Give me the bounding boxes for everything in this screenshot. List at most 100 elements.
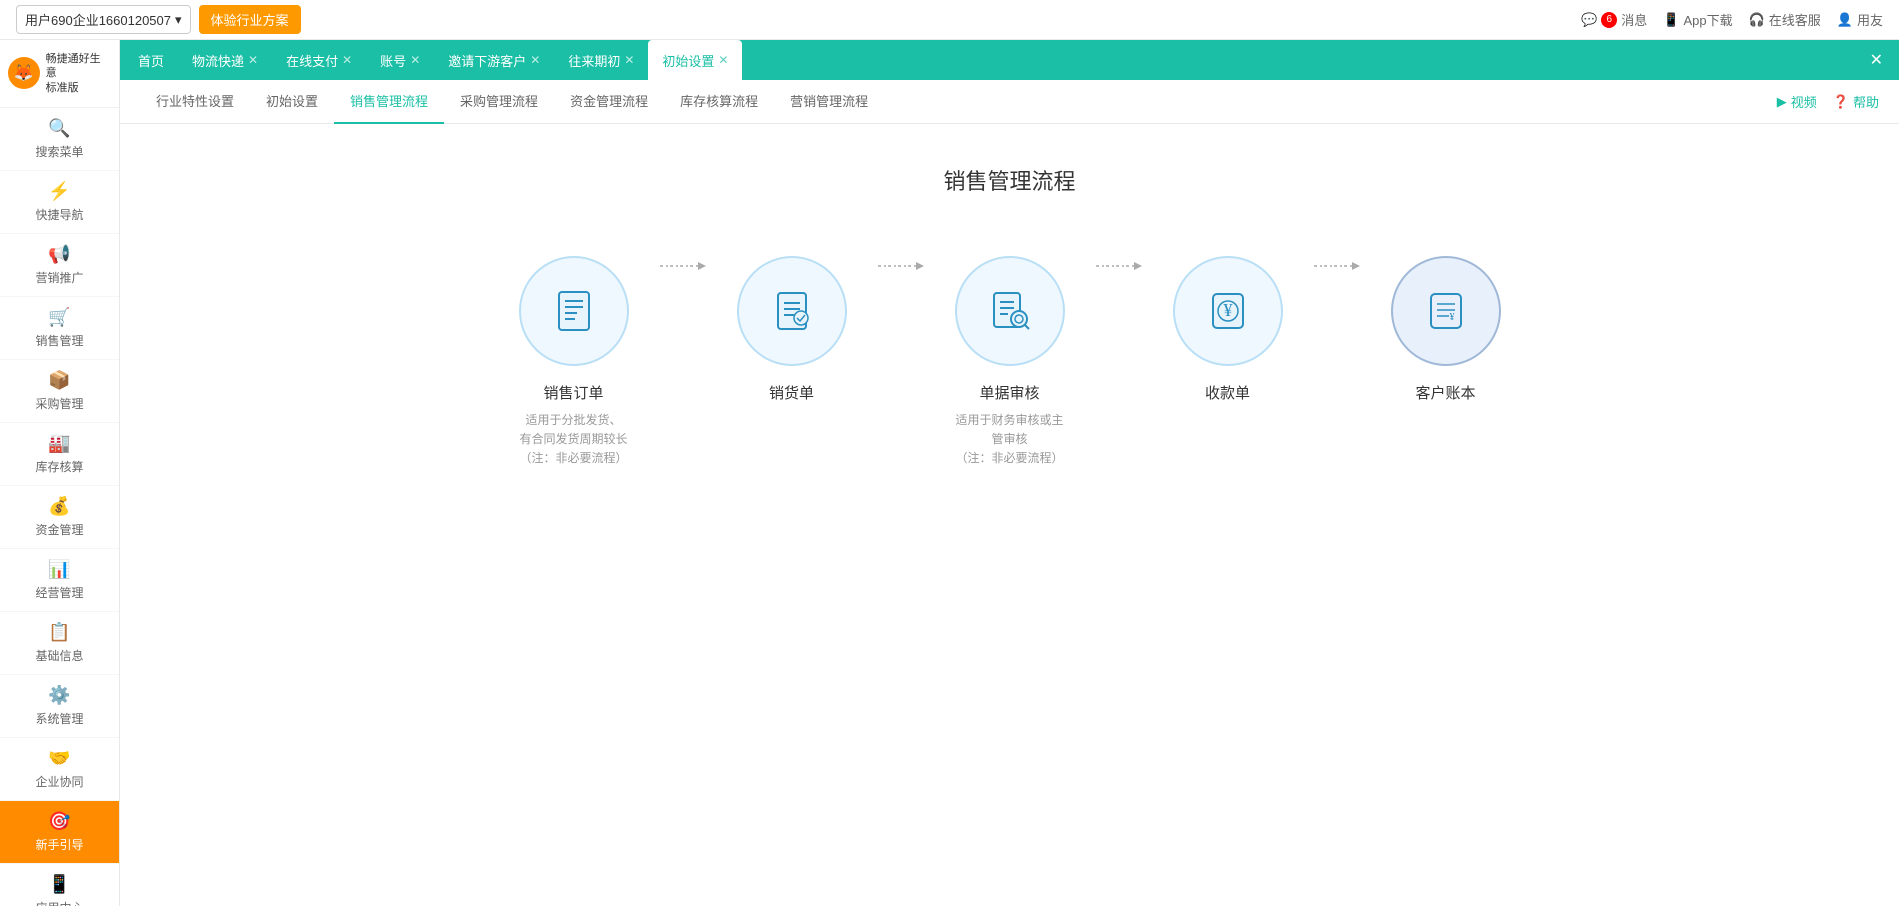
step-desc-sales-order: 适用于分批发货、有合同发货周期较长（注：非必要流程） [519, 411, 627, 469]
tab-init-close[interactable]: ✕ [718, 53, 728, 67]
flow-title: 销售管理流程 [180, 164, 1839, 196]
sidebar-item-quick-nav[interactable]: ⚡ 快捷导航 [0, 171, 119, 234]
arrow-3 [1090, 256, 1148, 346]
tab-logistics-close[interactable]: ✕ [248, 53, 258, 67]
message-icon: 💬 [1581, 12, 1597, 28]
arrow-1 [654, 256, 712, 346]
sidebar-item-sales-mgmt[interactable]: 🛒 销售管理 [0, 297, 119, 360]
flow-circle-doc-audit [955, 256, 1065, 366]
page-content: 行业特性设置 初始设置 销售管理流程 采购管理流程 资金管理流程 库存核算流程 [120, 80, 1899, 906]
close-all-tabs[interactable]: ✕ [1858, 50, 1895, 70]
nav-tabs: 首页 物流快递 ✕ 在线支付 ✕ 账号 ✕ 邀请下游客户 ✕ 往来期初 ✕ [120, 40, 1899, 80]
service-label: 在线客服 [1769, 10, 1821, 29]
sidebar: 🦊 畅捷通好生意 标准版 🔍 搜索菜单 ⚡ 快捷导航 📢 营销推广 🛒 销售管理… [0, 40, 120, 906]
logo-icon: 🦊 [8, 57, 40, 89]
tab-account[interactable]: 账号 ✕ [366, 40, 434, 80]
message-item[interactable]: 💬 6 消息 [1581, 10, 1647, 29]
sidebar-item-label: 系统管理 [35, 710, 83, 727]
finance-icon: 💰 [48, 496, 70, 517]
search-icon: 🔍 [48, 118, 70, 139]
tab-home[interactable]: 首页 [124, 40, 178, 80]
flow-step-customer-account[interactable]: ¥ 客户账本 [1366, 256, 1526, 411]
app-download-item[interactable]: 📱 App下载 [1663, 10, 1732, 29]
app-download-icon: 📱 [1663, 12, 1679, 28]
sidebar-item-label: 企业协同 [35, 773, 83, 790]
sidebar-item-label: 快捷导航 [35, 206, 83, 223]
sidebar-item-app-center[interactable]: 📱 应用中心 [0, 864, 119, 906]
help-icon: ❓ [1833, 94, 1849, 110]
quick-nav-icon: ⚡ [48, 181, 70, 202]
flow-step-sales-order[interactable]: 销售订单 适用于分批发货、有合同发货周期较长（注：非必要流程） [494, 256, 654, 469]
dropdown-icon: ▾ [175, 12, 182, 28]
flow-container: 销售管理流程 销售订单 [120, 124, 1899, 524]
flow-step-receipt[interactable]: ¥ 收款单 [1148, 256, 1308, 411]
app-download-label: App下载 [1683, 10, 1732, 29]
sidebar-item-label: 营销推广 [35, 269, 83, 286]
sub-tab-purchase-flow[interactable]: 采购管理流程 [444, 80, 554, 124]
help-link[interactable]: ❓ 帮助 [1833, 92, 1879, 111]
sidebar-item-label: 经营管理 [35, 584, 83, 601]
top-header: 用户690企业1660120507 ▾ 体验行业方案 💬 6 消息 📱 App下… [0, 0, 1899, 40]
tab-account-label: 账号 [380, 51, 406, 70]
sub-tab-marketing-flow[interactable]: 营销管理流程 [774, 80, 884, 124]
sub-tab-finance-flow[interactable]: 资金管理流程 [554, 80, 664, 124]
video-help-link[interactable]: ▶ 视频 [1777, 92, 1817, 111]
tab-invite-label: 邀请下游客户 [448, 51, 526, 70]
tab-invite-close[interactable]: ✕ [530, 53, 540, 67]
sidebar-logo: 🦊 畅捷通好生意 标准版 [0, 40, 119, 108]
sidebar-item-label: 搜索菜单 [35, 143, 83, 160]
sidebar-item-inventory[interactable]: 🏭 库存核算 [0, 423, 119, 486]
tab-account-close[interactable]: ✕ [410, 53, 420, 67]
user-avatar-item[interactable]: 👤 用友 [1837, 10, 1883, 29]
content-area: 首页 物流快递 ✕ 在线支付 ✕ 账号 ✕ 邀请下游客户 ✕ 往来期初 ✕ [120, 40, 1899, 906]
sub-tab-sales-flow[interactable]: 销售管理流程 [334, 80, 444, 124]
sidebar-item-label: 新手引导 [35, 836, 83, 853]
video-icon: ▶ [1777, 94, 1787, 110]
flow-step-doc-audit[interactable]: 单据审核 适用于财务审核或主管审核（注：非必要流程） [930, 256, 1090, 469]
tab-prior-period[interactable]: 往来期初 ✕ [554, 40, 648, 80]
sub-tab-industry[interactable]: 行业特性设置 [140, 80, 250, 124]
sub-tab-inventory-flow[interactable]: 库存核算流程 [664, 80, 774, 124]
tab-invite-downstream[interactable]: 邀请下游客户 ✕ [434, 40, 554, 80]
tab-payment[interactable]: 在线支付 ✕ [272, 40, 366, 80]
tab-logistics[interactable]: 物流快递 ✕ [178, 40, 272, 80]
service-item[interactable]: 🎧 在线客服 [1749, 10, 1821, 29]
tab-init-label: 初始设置 [662, 51, 714, 70]
sidebar-item-system-mgmt[interactable]: ⚙️ 系统管理 [0, 675, 119, 738]
tab-prior-close[interactable]: ✕ [624, 53, 634, 67]
tab-init-settings[interactable]: 初始设置 ✕ [648, 40, 742, 80]
flow-step-sales-invoice[interactable]: 销货单 [712, 256, 872, 411]
sidebar-item-marketing-promo[interactable]: 📢 营销推广 [0, 234, 119, 297]
user-selector[interactable]: 用户690企业1660120507 ▾ [16, 5, 191, 34]
main-layout: 🦊 畅捷通好生意 标准版 🔍 搜索菜单 ⚡ 快捷导航 📢 营销推广 🛒 销售管理… [0, 40, 1899, 906]
purchase-icon: 📦 [48, 370, 70, 391]
sub-tabs-right: ▶ 视频 ❓ 帮助 [1777, 92, 1879, 111]
tab-payment-close[interactable]: ✕ [342, 53, 352, 67]
sidebar-item-enterprise-collab[interactable]: 🤝 企业协同 [0, 738, 119, 801]
ops-icon: 📊 [48, 559, 70, 580]
flow-circle-receipt: ¥ [1173, 256, 1283, 366]
tab-prior-label: 往来期初 [568, 51, 620, 70]
avatar-icon: 👤 [1837, 12, 1853, 28]
tab-logistics-label: 物流快递 [192, 51, 244, 70]
step-label-sales-order: 销售订单 [543, 382, 603, 403]
step-desc-doc-audit: 适用于财务审核或主管审核（注：非必要流程） [955, 411, 1063, 469]
sidebar-item-label: 库存核算 [35, 458, 83, 475]
step-label-sales-invoice: 销货单 [769, 382, 814, 403]
sidebar-item-purchase-mgmt[interactable]: 📦 采购管理 [0, 360, 119, 423]
sidebar-item-finance-mgmt[interactable]: 💰 资金管理 [0, 486, 119, 549]
sidebar-item-label: 基础信息 [35, 647, 83, 664]
top-header-left: 用户690企业1660120507 ▾ 体验行业方案 [16, 5, 301, 34]
svg-text:¥: ¥ [1449, 312, 1454, 323]
experience-button[interactable]: 体验行业方案 [199, 5, 301, 34]
sidebar-item-new-guide[interactable]: 🎯 新手引导 [0, 801, 119, 864]
arrow-2 [872, 256, 930, 346]
system-icon: ⚙️ [48, 685, 70, 706]
top-header-right: 💬 6 消息 📱 App下载 🎧 在线客服 👤 用友 [1581, 10, 1883, 29]
sidebar-item-ops-mgmt[interactable]: 📊 经营管理 [0, 549, 119, 612]
sidebar-item-search[interactable]: 🔍 搜索菜单 [0, 108, 119, 171]
user-name-label: 用友 [1857, 10, 1883, 29]
sidebar-item-basic-info[interactable]: 📋 基础信息 [0, 612, 119, 675]
sub-tab-init[interactable]: 初始设置 [250, 80, 334, 124]
user-label: 用户690企业1660120507 [25, 10, 171, 29]
